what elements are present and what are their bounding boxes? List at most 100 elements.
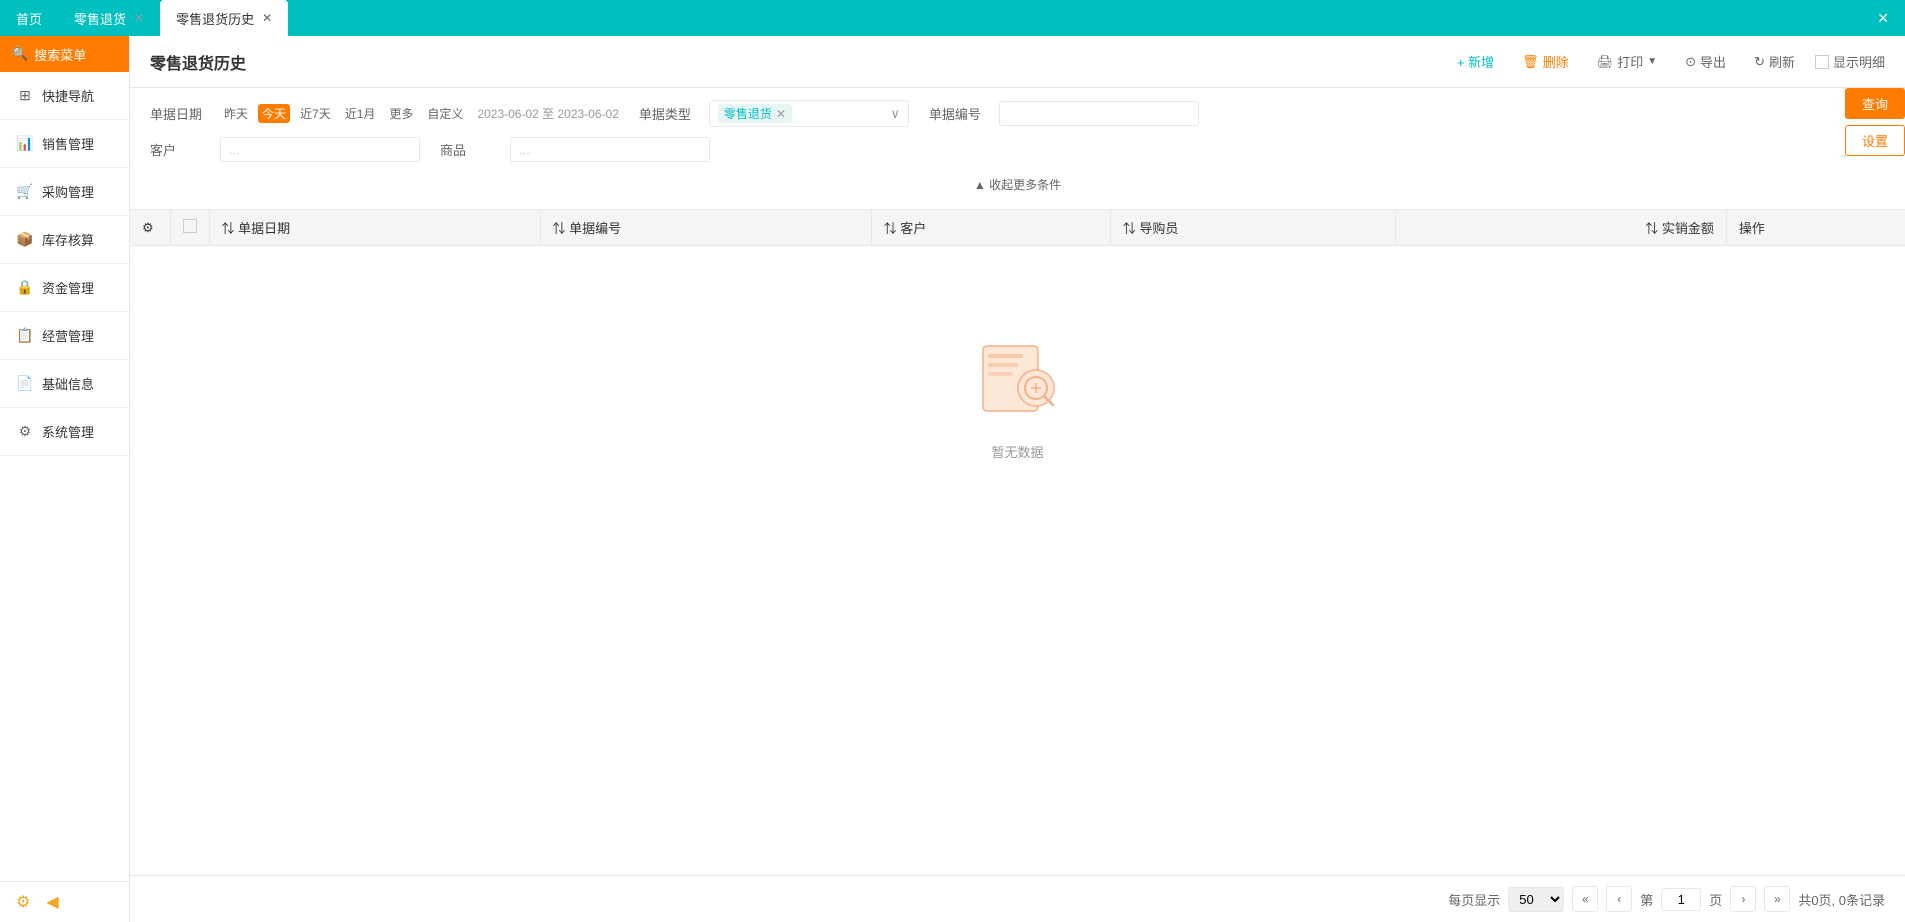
customer-filter-group: 客户 <box>150 137 420 162</box>
page-label: 第 <box>1640 890 1653 909</box>
prev-page-btn[interactable]: ‹ <box>1606 886 1632 912</box>
th-number-label: ⇅ 单据编号 <box>553 218 622 237</box>
next-page-btn[interactable]: › <box>1730 886 1756 912</box>
setting-button[interactable]: 设置 <box>1845 125 1905 156</box>
display-detail-toggle[interactable]: 显示明细 <box>1815 52 1885 71</box>
date-filter-label: 单据日期 <box>150 104 210 123</box>
page-unit: 页 <box>1709 890 1722 909</box>
sidebar-nav: ⊞ 快捷导航 📊 销售管理 🛒 采购管理 📦 库存核算 🔒 资金管理 📋 <box>0 72 129 881</box>
export-button-label: 导出 <box>1700 52 1726 71</box>
tab-retail-return-label: 零售退货 <box>74 9 126 28</box>
date-opt-1month[interactable]: 近1月 <box>341 104 380 123</box>
tab-retail-return-close[interactable]: ✕ <box>134 11 144 25</box>
tab-home-label: 首页 <box>16 9 42 28</box>
settings-bottom-icon[interactable]: ⚙ <box>16 892 30 912</box>
th-settings[interactable]: ⚙ <box>130 210 170 246</box>
sidebar-item-base-info[interactable]: 📄 基础信息 <box>0 360 129 408</box>
table-body: 暂无数据 <box>130 246 1905 542</box>
sidebar-item-inventory-label: 库存核算 <box>42 230 94 249</box>
display-detail-label: 显示明细 <box>1833 52 1885 71</box>
home-icon: ⊞ <box>16 87 34 105</box>
first-page-icon: « <box>1582 892 1589 906</box>
date-opt-yesterday[interactable]: 昨天 <box>220 104 252 123</box>
query-button[interactable]: 查询 <box>1845 88 1905 119</box>
collapse-filter-label: ▲ 收起更多条件 <box>974 176 1061 193</box>
sidebar-item-sales-mgmt[interactable]: 📊 销售管理 <box>0 120 129 168</box>
sidebar-search[interactable]: 🔍 搜索菜单 <box>0 36 129 72</box>
first-page-btn[interactable]: « <box>1572 886 1598 912</box>
content-area: 零售退货历史 + 新增 🗑 删除 🖨 打印 ▼ ⊙ 导出 <box>130 36 1905 922</box>
tab-retail-return-history[interactable]: 零售退货历史 ✕ <box>160 0 288 36</box>
filter-area: 单据日期 昨天 今天 近7天 近1月 更多 自定义 2023-06-02 至 2… <box>130 88 1905 210</box>
type-filter-select[interactable]: 零售退货 ✕ ∨ <box>709 100 909 127</box>
type-select-arrow: ∨ <box>890 106 900 122</box>
type-filter-group: 单据类型 零售退货 ✕ ∨ <box>639 100 909 127</box>
delete-button-label: 删除 <box>1543 52 1569 71</box>
system-icon: ⚙ <box>16 423 34 441</box>
th-customer[interactable]: ⇅ 客户 <box>871 210 1110 246</box>
last-page-btn[interactable]: » <box>1764 886 1790 912</box>
select-all-checkbox[interactable] <box>183 219 197 233</box>
print-arrow-icon: ▼ <box>1647 56 1657 67</box>
date-opt-today[interactable]: 今天 <box>258 104 290 123</box>
selected-type-text: 零售退货 <box>724 105 772 122</box>
date-opt-more[interactable]: 更多 <box>385 104 417 123</box>
filter-action-buttons: 查询 设置 <box>1845 88 1905 156</box>
sidebar-item-sales-label: 销售管理 <box>42 134 94 153</box>
type-tag-close[interactable]: ✕ <box>776 107 786 121</box>
empty-state-icon <box>968 326 1068 426</box>
th-operate-label: 操作 <box>1739 221 1765 236</box>
sidebar-item-operations[interactable]: 📋 经营管理 <box>0 312 129 360</box>
voucher-filter-group: 单据编号 <box>929 101 1199 126</box>
customer-input[interactable] <box>220 137 420 162</box>
refresh-button-label: 刷新 <box>1769 52 1795 71</box>
date-options: 昨天 今天 近7天 近1月 更多 自定义 <box>220 104 467 123</box>
sidebar-item-purchase-mgmt[interactable]: 🛒 采购管理 <box>0 168 129 216</box>
th-checkbox[interactable] <box>170 210 209 246</box>
tab-home[interactable]: 首页 <box>0 0 58 36</box>
date-filter-group: 单据日期 昨天 今天 近7天 近1月 更多 自定义 2023-06-02 至 2… <box>150 104 619 123</box>
empty-state: 暂无数据 <box>130 246 1905 541</box>
collapse-sidebar-icon[interactable]: ◀ <box>46 892 58 912</box>
date-opt-7days[interactable]: 近7天 <box>296 104 335 123</box>
sidebar-item-system-mgmt[interactable]: ⚙ 系统管理 <box>0 408 129 456</box>
page-size-select[interactable]: 50 100 200 <box>1508 887 1564 912</box>
th-date-label: ⇅ 单据日期 <box>222 218 291 237</box>
sidebar-item-inventory[interactable]: 📦 库存核算 <box>0 216 129 264</box>
pagination-bar: 每页显示 50 100 200 « ‹ 第 页 › » 共0页, 0条记录 <box>130 875 1905 922</box>
th-guide[interactable]: ⇅ 导购员 <box>1110 210 1395 246</box>
empty-state-text: 暂无数据 <box>991 442 1043 461</box>
th-date[interactable]: ⇅ 单据日期 <box>209 210 540 246</box>
date-range-display: 2023-06-02 至 2023-06-02 <box>477 105 618 122</box>
main-layout: 🔍 搜索菜单 ⊞ 快捷导航 📊 销售管理 🛒 采购管理 📦 库存核算 🔒 <box>0 36 1905 922</box>
refresh-button[interactable]: ↻ 刷新 <box>1746 48 1803 75</box>
sidebar-item-finance[interactable]: 🔒 资金管理 <box>0 264 129 312</box>
new-button-label: + 新增 <box>1457 52 1494 71</box>
collapse-filter-btn[interactable]: ▲ 收起更多条件 <box>150 172 1885 197</box>
sidebar-item-purchase-label: 采购管理 <box>42 182 94 201</box>
th-number[interactable]: ⇅ 单据编号 <box>540 210 871 246</box>
th-operate: 操作 <box>1726 210 1905 246</box>
goods-filter-group: 商品 <box>440 137 710 162</box>
print-icon: 🖨 <box>1597 54 1614 70</box>
th-amount[interactable]: ⇅ 实销金额 <box>1395 210 1726 246</box>
page-number-input[interactable] <box>1661 888 1701 911</box>
settings-icon[interactable]: ⚙ <box>142 220 154 235</box>
tab-retail-return-history-close[interactable]: ✕ <box>262 11 272 25</box>
display-detail-checkbox[interactable] <box>1815 55 1829 69</box>
sidebar-item-quick-nav[interactable]: ⊞ 快捷导航 <box>0 72 129 120</box>
voucher-input[interactable] <box>999 101 1199 126</box>
table-header: ⚙ ⇅ 单据日期 ⇅ 单据编号 <box>130 210 1905 246</box>
table-area: ⚙ ⇅ 单据日期 ⇅ 单据编号 <box>130 210 1905 875</box>
tab-bar-close[interactable]: ✕ <box>1877 10 1889 27</box>
page-title: 零售退货历史 <box>150 50 246 74</box>
new-button[interactable]: + 新增 <box>1449 48 1502 75</box>
th-guide-label: ⇅ 导购员 <box>1123 218 1179 237</box>
inventory-icon: 📦 <box>16 231 34 249</box>
delete-button[interactable]: 🗑 删除 <box>1514 48 1577 75</box>
goods-input[interactable] <box>510 137 710 162</box>
tab-retail-return[interactable]: 零售退货 ✕ <box>58 0 160 36</box>
print-button[interactable]: 🖨 打印 ▼ <box>1589 48 1665 75</box>
export-button[interactable]: ⊙ 导出 <box>1677 48 1734 75</box>
date-opt-custom[interactable]: 自定义 <box>423 104 467 123</box>
